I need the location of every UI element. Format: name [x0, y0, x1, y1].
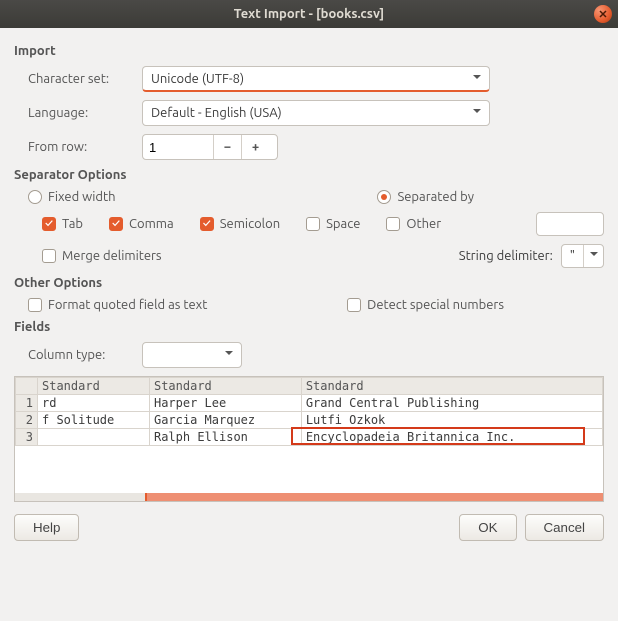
table-row: 1 rd Harper Lee Grand Central Publishing — [16, 395, 603, 412]
fromrow-increment[interactable]: + — [241, 135, 269, 159]
tab-checkbox[interactable]: Tab — [42, 217, 83, 231]
fromrow-decrement[interactable]: − — [213, 135, 241, 159]
separator-heading: Separator Options — [14, 168, 604, 182]
fromrow-input[interactable] — [143, 140, 213, 155]
cell: f Solitude — [38, 412, 150, 429]
checkbox-icon — [28, 298, 42, 312]
fromrow-label: From row: — [28, 140, 136, 154]
charset-value: Unicode (UTF-8) — [151, 72, 244, 86]
cell: Grand Central Publishing — [301, 395, 602, 412]
cell: Ralph Ellison — [149, 429, 301, 446]
detect-label: Detect special numbers — [367, 298, 504, 312]
help-button[interactable]: Help — [14, 514, 79, 541]
other-heading: Other Options — [14, 276, 604, 290]
window-title: Text Import - [books.csv] — [234, 7, 384, 21]
other-checkbox[interactable]: Other — [386, 217, 441, 231]
stringdelim-label: String delimiter: — [459, 249, 553, 263]
radio-icon — [28, 190, 42, 204]
space-label: Space — [326, 217, 360, 231]
stringdelim-value: " — [562, 249, 583, 263]
other-input[interactable] — [536, 212, 604, 236]
merge-label: Merge delimiters — [62, 249, 162, 263]
comma-checkbox[interactable]: Comma — [109, 217, 174, 231]
language-label: Language: — [28, 106, 136, 120]
quoted-checkbox[interactable]: Format quoted field as text — [28, 298, 207, 312]
language-value: Default - English (USA) — [151, 106, 282, 120]
semicolon-label: Semicolon — [220, 217, 280, 231]
separated-by-radio[interactable]: Separated by — [377, 190, 474, 204]
import-heading: Import — [14, 44, 604, 58]
charset-label: Character set: — [28, 72, 136, 86]
rownum-cell: 1 — [16, 395, 38, 412]
checkbox-icon — [306, 217, 320, 231]
fromrow-spinner[interactable]: − + — [142, 134, 278, 160]
fixed-width-radio[interactable]: Fixed width — [28, 190, 116, 204]
cell: Lutfi Ozkok — [301, 412, 602, 429]
titlebar: Text Import - [books.csv] ✕ — [0, 0, 618, 28]
separated-by-label: Separated by — [397, 190, 474, 204]
cell: Garcia Marquez — [149, 412, 301, 429]
ok-button[interactable]: OK — [459, 514, 516, 541]
fixed-width-label: Fixed width — [48, 190, 116, 204]
checkbox-icon — [42, 217, 56, 231]
charset-select[interactable]: Unicode (UTF-8) — [142, 66, 490, 92]
coltype-label: Column type: — [28, 348, 136, 362]
detect-checkbox[interactable]: Detect special numbers — [347, 298, 504, 312]
merge-delimiters-checkbox[interactable]: Merge delimiters — [42, 249, 162, 263]
language-select[interactable]: Default - English (USA) — [142, 100, 490, 126]
comma-label: Comma — [129, 217, 174, 231]
preview-table: Standard Standard Standard 1 rd Harper L… — [15, 377, 603, 446]
col-header[interactable]: Standard — [301, 378, 602, 395]
cell: Encyclopadeia Britannica Inc. — [301, 429, 602, 446]
cell: Harper Lee — [149, 395, 301, 412]
col-header[interactable]: Standard — [149, 378, 301, 395]
semicolon-checkbox[interactable]: Semicolon — [200, 217, 280, 231]
checkbox-icon — [42, 249, 56, 263]
checkbox-icon — [200, 217, 214, 231]
col-header[interactable]: Standard — [38, 378, 150, 395]
cell: rd — [38, 395, 150, 412]
cancel-button[interactable]: Cancel — [525, 514, 605, 541]
rownum-header — [16, 378, 38, 395]
table-row: 2 f Solitude Garcia Marquez Lutfi Ozkok — [16, 412, 603, 429]
radio-icon — [377, 190, 391, 204]
scrollbar-thumb[interactable] — [145, 493, 603, 501]
fields-heading: Fields — [14, 320, 604, 334]
checkbox-icon — [109, 217, 123, 231]
chevron-down-icon — [583, 245, 603, 267]
table-header-row: Standard Standard Standard — [16, 378, 603, 395]
preview-area[interactable]: Standard Standard Standard 1 rd Harper L… — [14, 376, 604, 502]
quoted-label: Format quoted field as text — [48, 298, 207, 312]
close-icon[interactable]: ✕ — [594, 5, 612, 23]
stringdelim-select[interactable]: " — [561, 244, 604, 268]
space-checkbox[interactable]: Space — [306, 217, 360, 231]
cell — [38, 429, 150, 446]
checkbox-icon — [347, 298, 361, 312]
checkbox-icon — [386, 217, 400, 231]
other-label: Other — [406, 217, 441, 231]
table-row: 3 Ralph Ellison Encyclopadeia Britannica… — [16, 429, 603, 446]
rownum-cell: 2 — [16, 412, 38, 429]
horizontal-scrollbar[interactable] — [15, 493, 603, 501]
rownum-cell: 3 — [16, 429, 38, 446]
tab-label: Tab — [62, 217, 83, 231]
coltype-select[interactable] — [142, 342, 242, 368]
